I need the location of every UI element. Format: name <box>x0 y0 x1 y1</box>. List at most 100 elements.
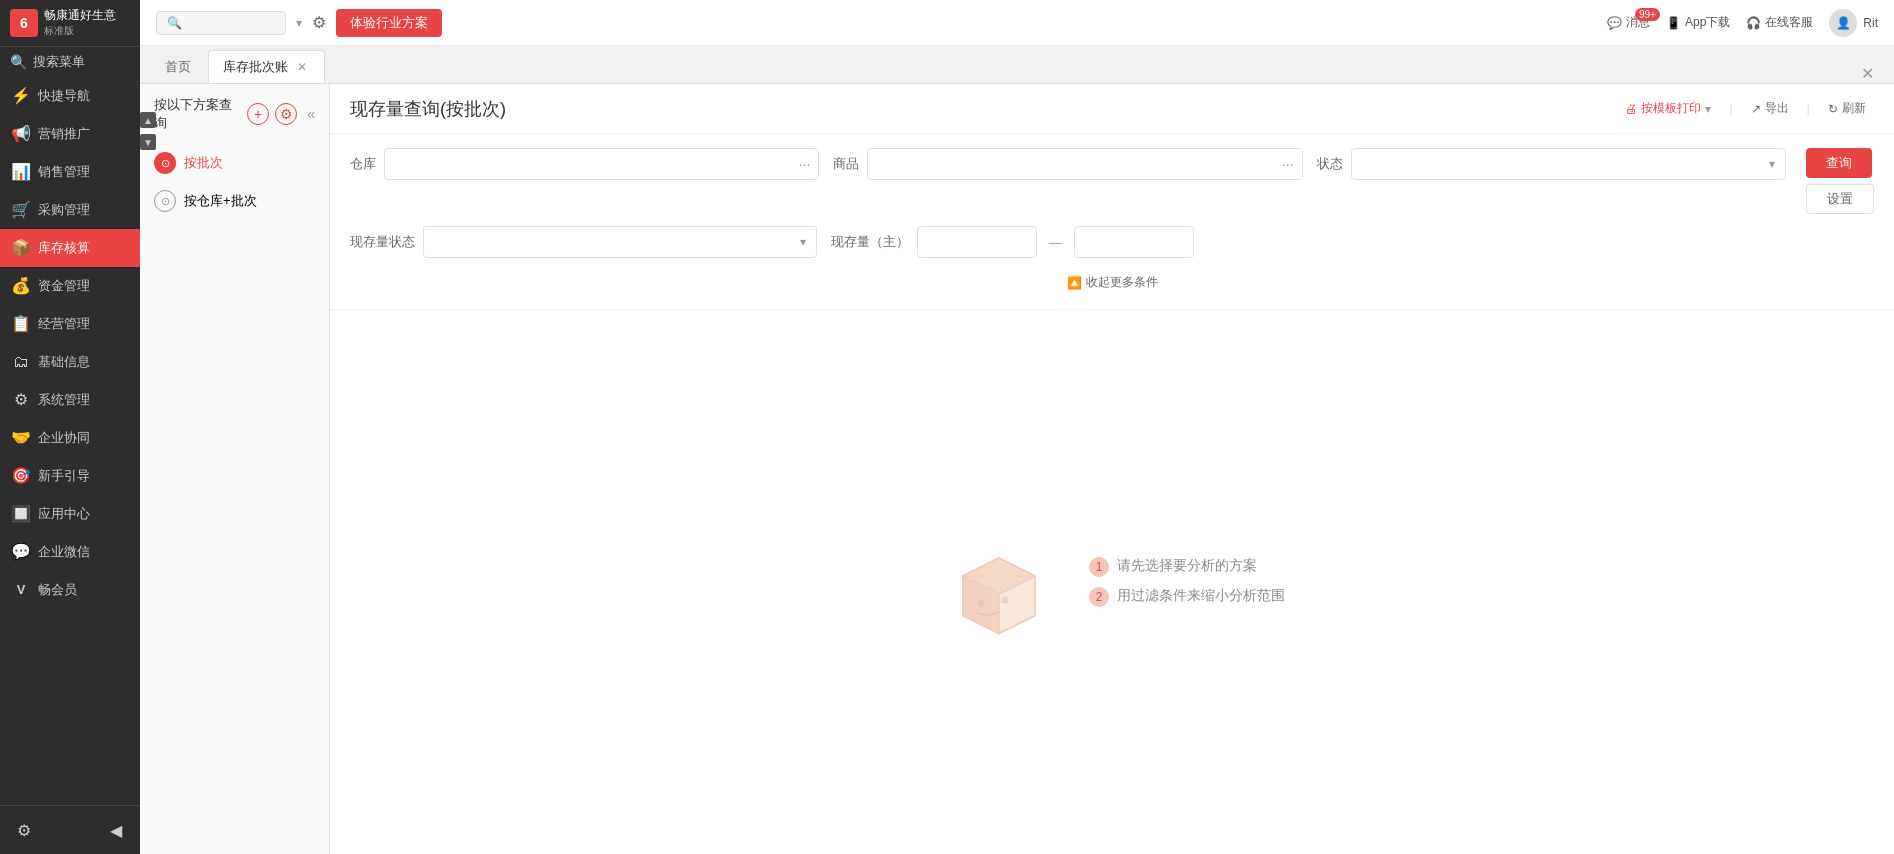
page-title: 现存量查询(按批次) <box>350 97 506 121</box>
filter-stock-status: 现存量状态 ▾ <box>350 226 817 258</box>
topbar-search-icon: 🔍 <box>167 16 182 30</box>
sidebar-item-sales[interactable]: 📊 销售管理 <box>0 153 140 191</box>
app-info: 畅康通好生意 标准版 <box>44 8 116 38</box>
message-btn[interactable]: 💬 消息 99+ <box>1607 14 1650 31</box>
print-icon: 🖨 <box>1625 102 1637 116</box>
sidebar-item-newbie[interactable]: 🎯 新手引导 <box>0 457 140 495</box>
sidebar-item-quick-nav[interactable]: ⚡ 快捷导航 <box>0 77 140 115</box>
sidebar-item-system[interactable]: ⚙ 系统管理 <box>0 381 140 419</box>
topbar-search-box[interactable]: 🔍 <box>156 11 286 35</box>
left-panel-collapse-icon[interactable]: « <box>307 106 315 122</box>
query-btn[interactable]: 查询 <box>1806 148 1872 178</box>
scheme-settings-btn[interactable]: ⚙ <box>275 103 297 125</box>
topbar-gear-icon[interactable]: ⚙ <box>312 13 326 32</box>
scroll-up-btn[interactable]: ▲ <box>140 112 156 128</box>
online-service-label: 在线客服 <box>1765 14 1813 31</box>
app-logo: 6 <box>10 9 38 37</box>
marketing-icon: 📢 <box>12 125 30 143</box>
wechat-icon: 💬 <box>12 543 30 561</box>
status-select[interactable]: ▾ <box>1351 148 1786 180</box>
empty-box-svg <box>939 522 1059 642</box>
filter-actions: 查询 设置 <box>1806 148 1874 214</box>
ops-icon: 📋 <box>12 315 30 333</box>
online-service-btn[interactable]: 🎧 在线客服 <box>1746 14 1813 31</box>
finance-label: 资金管理 <box>38 277 90 295</box>
sidebar-item-marketing[interactable]: 📢 营销推广 <box>0 115 140 153</box>
app-center-icon: 🔲 <box>12 505 30 523</box>
sidebar-collapse-icon[interactable]: ◀ <box>102 816 130 844</box>
add-scheme-btn[interactable]: + <box>247 103 269 125</box>
collab-icon: 🤝 <box>12 429 30 447</box>
sidebar-settings-icon[interactable]: ⚙ <box>10 816 38 844</box>
stock-qty-max-input[interactable] <box>1074 226 1194 258</box>
sidebar-footer: ⚙ ◀ <box>0 805 140 854</box>
system-label: 系统管理 <box>38 391 90 409</box>
tab-close-icon[interactable]: ✕ <box>294 59 310 75</box>
scroll-down-btn[interactable]: ▼ <box>140 134 156 150</box>
sidebar-item-app-center[interactable]: 🔲 应用中心 <box>0 495 140 533</box>
tab-inventory-batch[interactable]: 库存批次账 ✕ <box>208 50 325 83</box>
app-center-label: 应用中心 <box>38 505 90 523</box>
refresh-btn[interactable]: ↻ 刷新 <box>1820 96 1874 121</box>
experience-btn[interactable]: 体验行业方案 <box>336 9 442 37</box>
tip-2-number: 2 <box>1089 587 1109 607</box>
sidebar-item-wechat[interactable]: 💬 企业微信 <box>0 533 140 571</box>
tip-1: 1 请先选择要分析的方案 <box>1089 557 1285 577</box>
sidebar-item-collab[interactable]: 🤝 企业协同 <box>0 419 140 457</box>
export-label: 导出 <box>1765 100 1789 117</box>
app-download-icon: 📱 <box>1666 16 1681 30</box>
sidebar-item-purchase[interactable]: 🛒 采购管理 <box>0 191 140 229</box>
export-btn[interactable]: ↗ 导出 <box>1743 96 1797 121</box>
inventory-icon: 📦 <box>12 239 30 257</box>
sidebar-item-finance[interactable]: 💰 资金管理 <box>0 267 140 305</box>
stock-status-arrow: ▾ <box>800 235 806 249</box>
sidebar-search[interactable]: 🔍 搜索菜单 <box>0 47 140 77</box>
refresh-icon: ↻ <box>1828 102 1838 116</box>
svg-point-6 <box>1001 596 1008 603</box>
scheme-by-batch[interactable]: ⊙ 按批次 <box>140 144 329 182</box>
close-all-tabs-icon[interactable]: ✕ <box>1861 64 1874 83</box>
product-more-icon[interactable]: ··· <box>1274 156 1302 172</box>
left-panel-title: 按以下方案查询 <box>154 96 241 132</box>
warehouse-more-icon[interactable]: ··· <box>791 156 819 172</box>
ops-label: 经营管理 <box>38 315 90 333</box>
settings-btn[interactable]: 设置 <box>1806 184 1874 214</box>
sidebar-item-member[interactable]: V 畅会员 <box>0 571 140 609</box>
sidebar-item-ops[interactable]: 📋 经营管理 <box>0 305 140 343</box>
stock-status-select[interactable]: ▾ <box>423 226 817 258</box>
stock-qty-min-input[interactable] <box>917 226 1037 258</box>
by-warehouse-batch-icon: ⊙ <box>154 190 176 212</box>
product-input-box[interactable]: ··· <box>867 148 1302 180</box>
settings-icon: ⚙ <box>280 106 293 122</box>
stock-qty-dash: — <box>1045 235 1066 250</box>
scheme-by-warehouse-batch[interactable]: ⊙ 按仓库+批次 <box>140 182 329 220</box>
sidebar-item-basic[interactable]: 🗂 基础信息 <box>0 343 140 381</box>
sidebar-item-inventory[interactable]: 📦 库存核算 <box>0 229 140 267</box>
print-btn[interactable]: 🖨 按模板打印 ▾ <box>1617 96 1719 121</box>
user-menu[interactable]: 👤 Rit <box>1829 9 1878 37</box>
tip-1-number: 1 <box>1089 557 1109 577</box>
topbar-search-input[interactable] <box>188 16 268 30</box>
search-icon: 🔍 <box>10 54 27 70</box>
collapse-up-icon: 🔼 <box>1067 276 1082 290</box>
filter-product: 商品 ··· <box>833 148 1302 180</box>
app-download-btn[interactable]: 📱 App下载 <box>1666 14 1730 31</box>
filter-status: 状态 ▾ <box>1317 148 1786 180</box>
filter-area: 仓库 ··· 商品 ··· <box>330 134 1894 310</box>
topbar-dropdown-arrow[interactable]: ▾ <box>296 16 302 30</box>
warehouse-input-box[interactable]: ··· <box>384 148 819 180</box>
company-name: 畅康通好生意 <box>44 8 116 24</box>
stock-qty-label: 现存量（主） <box>831 233 909 251</box>
newbie-icon: 🎯 <box>12 467 30 485</box>
sidebar-header: 6 畅康通好生意 标准版 <box>0 0 140 47</box>
newbie-label: 新手引导 <box>38 467 90 485</box>
collapse-btn[interactable]: 🔼 收起更多条件 <box>1067 274 1158 291</box>
avatar: 👤 <box>1829 9 1857 37</box>
tab-inventory-batch-label: 库存批次账 <box>223 58 288 76</box>
message-icon: 💬 <box>1607 16 1622 30</box>
print-dropdown-arrow[interactable]: ▾ <box>1705 102 1711 116</box>
tab-home[interactable]: 首页 <box>150 50 206 83</box>
product-input[interactable] <box>868 157 1274 172</box>
message-badge: 99+ <box>1635 8 1660 21</box>
warehouse-input[interactable] <box>385 157 791 172</box>
